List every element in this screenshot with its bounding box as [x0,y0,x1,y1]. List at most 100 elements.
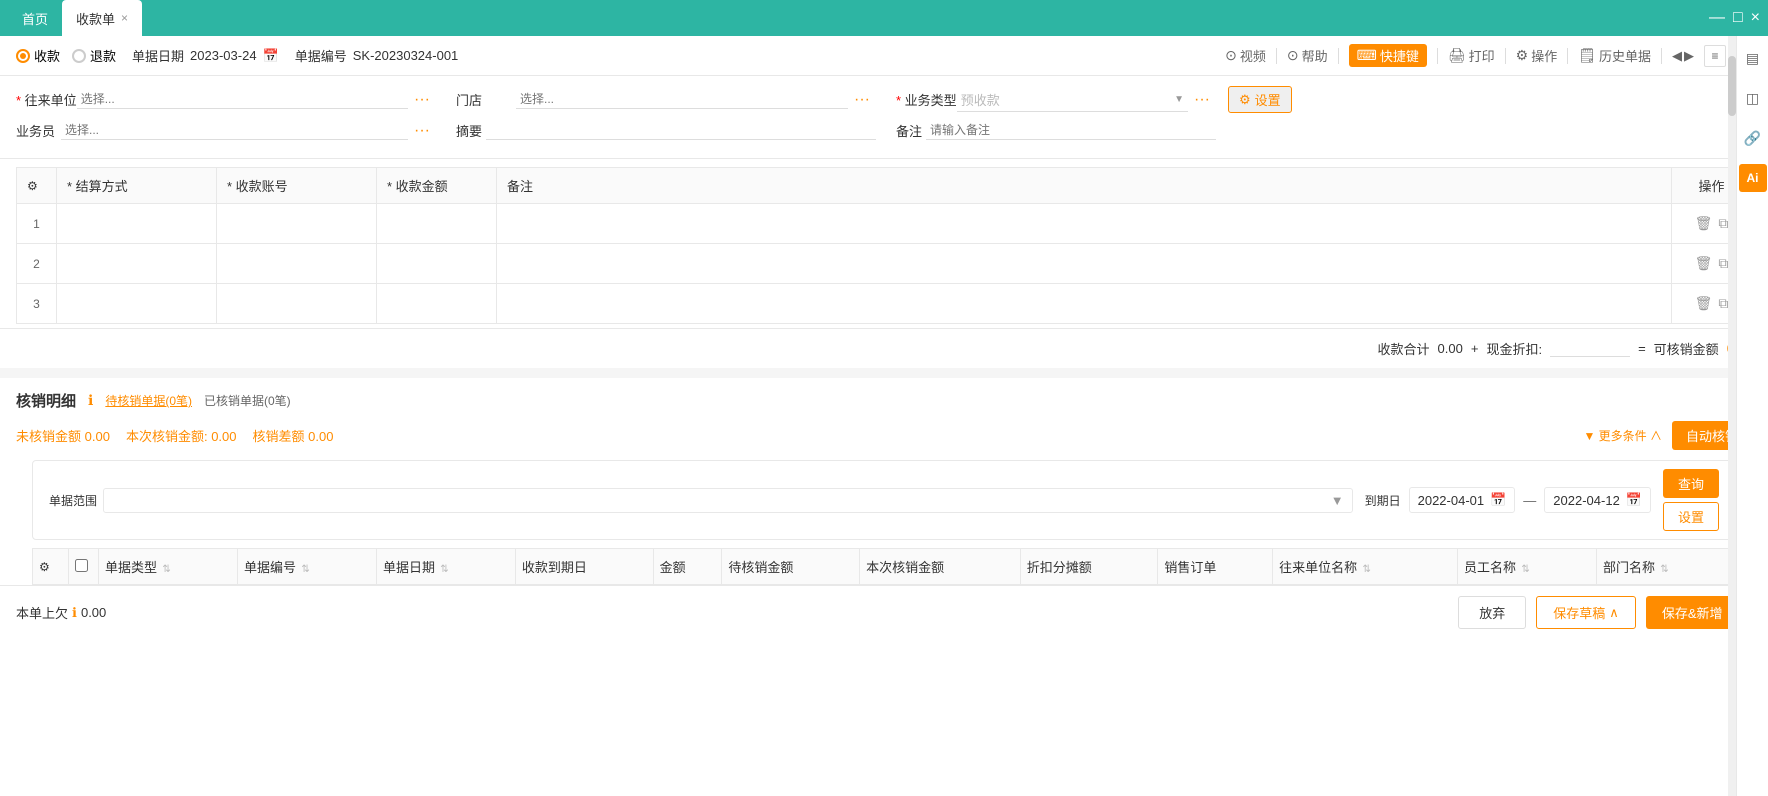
window-collapse-icon[interactable]: — [1709,9,1725,27]
diff-label: 核销差额 0.00 [253,426,334,445]
select-all-checkbox[interactable] [75,559,88,572]
abstract-input[interactable] [486,121,876,140]
row-2-delete-icon[interactable]: 🗑 [1695,255,1713,272]
bt-th-settings[interactable]: ⚙ [33,549,69,585]
save-draft-button[interactable]: 保存草稿 ∧ [1536,596,1636,629]
row-3-copy-icon[interactable]: ⧉ [1718,295,1728,312]
discount-label: 现金折扣: [1486,339,1542,358]
table-header: ⚙ * 结算方式 * 收款账号 * 收款金额 备注 操作 [17,168,1752,204]
sort-date[interactable]: ⇅ [440,564,448,575]
store-more-btn[interactable]: ··· [848,91,876,109]
sort-partner[interactable]: ⇅ [1362,564,1370,575]
next-arrow[interactable]: ▶ [1684,48,1694,64]
tab-close-icon[interactable]: × [121,11,128,25]
radio-receipt[interactable]: 收款 [16,46,60,65]
window-restore-icon[interactable]: □ [1733,9,1743,27]
row-3-amount[interactable] [377,284,497,324]
row-3-account[interactable] [217,284,377,324]
sidebar-icon-1[interactable]: ▤ [1739,44,1767,72]
due-end-date[interactable]: 2022-04-12 📅 [1544,487,1651,513]
radio-refund[interactable]: 退款 [72,46,116,65]
discard-button[interactable]: 放弃 [1458,596,1526,629]
row-2-payment[interactable] [57,244,217,284]
salesperson-more-btn[interactable]: ··· [408,122,436,140]
hexiao-header: 核销明细 ℹ 待核销单据(0笔) 已核销单据(0笔) [16,390,1752,411]
settings-button[interactable]: ⚙ 设置 [1228,86,1292,113]
sort-number[interactable]: ⇅ [301,564,309,575]
help-btn[interactable]: ⊙ 帮助 [1287,46,1328,65]
table-section: ⚙ * 结算方式 * 收款账号 * 收款金额 备注 操作 [0,159,1768,324]
print-btn[interactable]: 🖨 打印 [1448,46,1495,65]
hexiao-done-tab[interactable]: 已核销单据(0笔) [204,392,291,409]
history-icon: 🗒 [1578,47,1596,64]
save-draft-arrow: ∧ [1609,605,1619,621]
row-2-copy-icon[interactable]: ⧉ [1718,255,1728,272]
hexiao-info-icon[interactable]: ℹ [88,392,93,409]
filter-actions: 查询 设置 [1663,469,1719,531]
scrollbar[interactable] [1728,36,1736,796]
more-conditions-btn[interactable]: ▼ 更多条件 ∧ [1583,427,1662,444]
remark-input[interactable] [926,121,1216,140]
table-row: 1 🗑 ⧉ [17,204,1752,244]
row-2-remark[interactable] [497,244,1672,284]
biz-type-select[interactable]: 预收款 ▼ [957,88,1188,112]
th-remark: 备注 [497,168,1672,204]
query-btn[interactable]: 查询 [1663,469,1719,498]
window-close-icon[interactable]: × [1751,9,1760,27]
th-settings[interactable]: ⚙ [17,168,57,204]
sidebar-icon-2[interactable]: ◫ [1739,84,1767,112]
due-end-value: 2022-04-12 [1553,493,1620,508]
section-divider [0,368,1768,378]
radio-receipt-circle [16,49,30,63]
operation-btn[interactable]: ⚙ 操作 [1516,46,1558,65]
row-1-remark[interactable] [497,204,1672,244]
row-1-amount[interactable] [377,204,497,244]
row-1-copy-icon[interactable]: ⧉ [1718,215,1728,232]
sort-dept[interactable]: ⇅ [1660,564,1668,575]
row-1-num: 1 [17,204,57,244]
footer-info-icon[interactable]: ℹ [72,605,77,621]
row-2-account[interactable] [217,244,377,284]
prev-arrow[interactable]: ◀ [1672,48,1682,64]
bt-th-checkbox[interactable] [69,549,99,585]
ai-label: Ai [1747,171,1759,185]
footer-info-value: 0.00 [81,605,106,620]
row-1-delete-icon[interactable]: 🗑 [1695,215,1713,232]
row-3-remark[interactable] [497,284,1672,324]
biz-type-arrow: ▼ [1174,94,1184,105]
tab-home[interactable]: 首页 [8,0,62,36]
history-btn[interactable]: 🗒 历史单据 [1578,46,1651,65]
sort-type[interactable]: ⇅ [162,564,170,575]
list-view-btn[interactable]: ≡ [1704,45,1726,67]
hexiao-pending-tab[interactable]: 待核销单据(0笔) [105,392,192,409]
filter-settings-btn[interactable]: 设置 [1663,502,1719,531]
partner-input[interactable] [77,90,408,109]
scrollbar-thumb[interactable] [1728,56,1736,116]
row-1-payment[interactable] [57,204,217,244]
discount-input[interactable] [1550,341,1630,357]
date-calendar-icon[interactable]: 📅 [263,48,279,64]
date-label: 单据日期 [132,46,184,65]
row-3-payment[interactable] [57,284,217,324]
bt-th-due: 收款到期日 [515,549,653,585]
shortcut-btn[interactable]: ⌨ 快捷键 [1349,44,1427,67]
biz-type-more-btn[interactable]: ··· [1188,91,1216,109]
partner-field: 往来单位 ··· [16,90,436,109]
sidebar-icon-attach[interactable]: 🔗 [1739,124,1767,152]
range-select[interactable]: ▼ [103,488,1353,513]
nav-arrows: ◀ ▶ [1672,48,1694,64]
tab-current[interactable]: 收款单 × [62,0,142,36]
salesperson-field: 业务员 ··· [16,121,436,140]
row-1-account[interactable] [217,204,377,244]
due-start-date[interactable]: 2022-04-01 📅 [1409,487,1516,513]
sidebar-icon-expand[interactable]: Ai [1739,164,1767,192]
help-label: 帮助 [1302,46,1328,65]
partner-more-btn[interactable]: ··· [408,91,436,109]
row-2-amount[interactable] [377,244,497,284]
salesperson-input[interactable] [61,121,408,140]
date-field: 单据日期 2023-03-24 📅 [132,46,279,65]
sort-staff[interactable]: ⇅ [1521,564,1529,575]
row-3-delete-icon[interactable]: 🗑 [1695,295,1713,312]
store-input[interactable] [516,90,848,109]
video-btn[interactable]: ⊙ 视频 [1225,46,1266,65]
